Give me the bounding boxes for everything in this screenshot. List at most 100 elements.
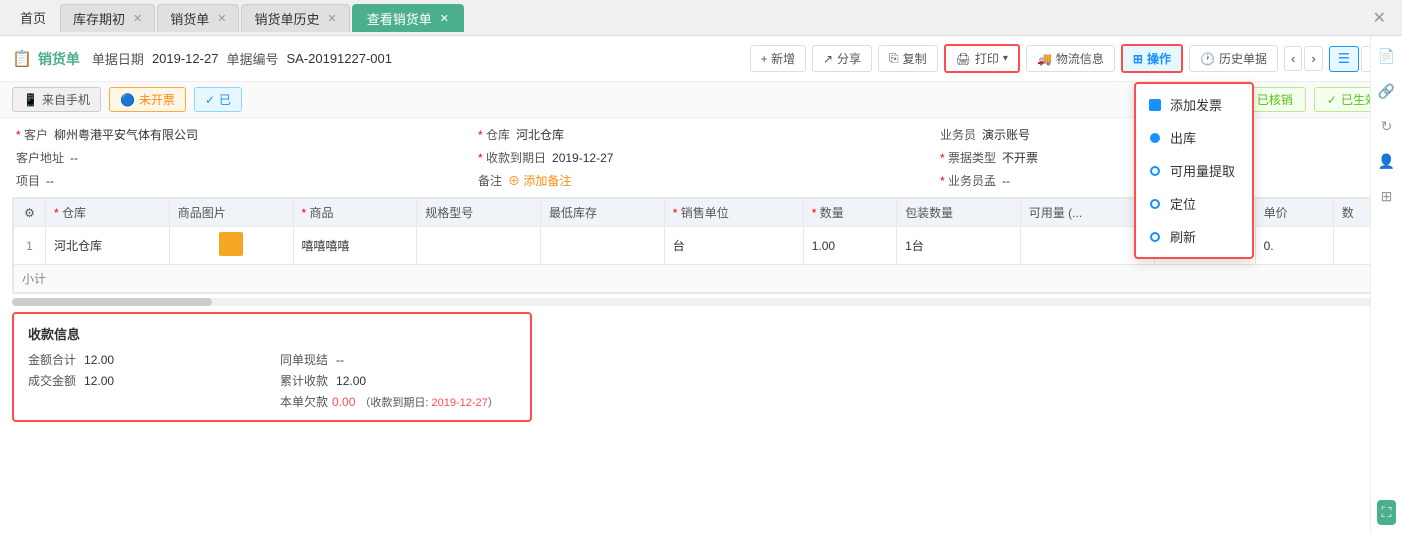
doc-icon: 📋	[12, 49, 32, 69]
tab-sales[interactable]: 销货单 ✕	[157, 4, 239, 32]
view-list[interactable]: ☰	[1329, 46, 1359, 72]
business-staff-label: * 业务员孟	[940, 172, 996, 189]
add-note-button[interactable]: ⊕ 添加备注	[508, 172, 571, 189]
nav-arrows: ‹ ›	[1284, 46, 1323, 71]
payment-date-label: * 收款到期日	[478, 149, 546, 166]
history-button[interactable]: 🕐 历史单据	[1189, 45, 1278, 72]
payment-date-value: 2019-12-27	[552, 151, 613, 165]
deal-amount-val: 12.00	[84, 374, 114, 388]
ticket-icon: 🔵	[120, 93, 135, 107]
print-icon: 🖨	[956, 52, 971, 66]
dropdown-item-add-invoice[interactable]: 添加发票	[1136, 88, 1252, 121]
add-invoice-icon	[1148, 98, 1162, 112]
check-button[interactable]: ✓ 已	[194, 87, 242, 112]
nav-next[interactable]: ›	[1304, 46, 1322, 71]
project-field: 项目 --	[16, 172, 462, 189]
print-dropdown-arrow: ▾	[1003, 53, 1008, 64]
doc-title: 📋 销货单	[12, 49, 80, 69]
operations-icon: ⊞	[1133, 52, 1143, 66]
col-qty: * 数量	[803, 199, 896, 227]
row-no: 1	[14, 227, 46, 265]
share-icon: ↗	[823, 52, 833, 66]
horizontal-scroll[interactable]	[12, 298, 1390, 306]
history-icon: 🕐	[1200, 52, 1215, 66]
row-min-stock	[541, 227, 665, 265]
cumulative-receipt-val: 12.00	[336, 374, 366, 388]
note-label: 备注	[478, 172, 502, 189]
logistics-button[interactable]: 🚚 物流信息	[1026, 45, 1115, 72]
row-product: 嘻嘻嘻嘻	[293, 227, 417, 265]
row-img	[169, 227, 293, 265]
tab-view-sales[interactable]: 查看销货单 ✕	[352, 4, 464, 32]
warehouse-value: 河北仓库	[516, 126, 564, 143]
deal-amount-key: 成交金额	[28, 372, 76, 389]
row-pack-qty: 1台	[897, 227, 1021, 265]
subtotal-label: 小计	[14, 265, 1389, 293]
address-field: 客户地址 --	[16, 149, 462, 166]
row-spec	[417, 227, 541, 265]
col-product: * 商品	[293, 199, 417, 227]
dropdown-item-refresh[interactable]: 刷新	[1136, 220, 1252, 253]
tab-close-sales[interactable]: ✕	[217, 12, 226, 25]
tab-close-sales-history[interactable]: ✕	[328, 12, 337, 25]
tab-home[interactable]: 首页	[8, 4, 58, 32]
copy-button[interactable]: ⎘ 复制	[878, 45, 938, 72]
tab-inventory[interactable]: 库存期初 ✕	[60, 4, 155, 32]
same-order-row: 同单现结 --	[280, 351, 516, 368]
note-field: 备注 ⊕ 添加备注	[478, 172, 924, 189]
doc-header: 📋 销货单 单据日期 2019-12-27 单据编号 SA-20191227-0…	[0, 36, 1402, 82]
cumulative-receipt-key: 累计收款	[280, 372, 328, 389]
sidebar-icon-expand[interactable]: ⛶	[1377, 500, 1397, 525]
sidebar-icon-refresh[interactable]: ↻	[1377, 114, 1397, 139]
outstanding-extra: （收款到期日: 2019-12-27）	[359, 394, 498, 410]
available-icon	[1148, 164, 1162, 178]
dropdown-item-available[interactable]: 可用量提取	[1136, 154, 1252, 187]
refresh-icon	[1148, 230, 1162, 244]
share-button[interactable]: ↗ 分享	[812, 45, 872, 72]
amount-total-row: 金额合计 12.00	[28, 351, 264, 368]
tab-close-inventory[interactable]: ✕	[133, 12, 142, 25]
same-order-key: 同单现结	[280, 351, 328, 368]
not-opened-button[interactable]: 🔵 未开票	[109, 87, 186, 112]
address-value: --	[70, 151, 78, 165]
locate-icon	[1148, 197, 1162, 211]
staff-label: 业务员	[940, 126, 976, 143]
from-phone-button[interactable]: 📱 来自手机	[12, 87, 101, 112]
payment-date-field: * 收款到期日 2019-12-27	[478, 149, 924, 166]
nav-prev[interactable]: ‹	[1284, 46, 1302, 71]
row-price: 0.	[1255, 227, 1333, 265]
sidebar-icon-link[interactable]: 🔗	[1374, 79, 1399, 104]
subtotal-row: 小计	[14, 265, 1389, 293]
col-gear: ⚙	[14, 199, 46, 227]
doc-meta: 单据日期 2019-12-27 单据编号 SA-20191227-001	[92, 49, 392, 68]
row-unit: 台	[664, 227, 803, 265]
bottom-info-box: 收款信息 金额合计 12.00 同单现结 -- 成交金额 12.00 累计收款 …	[12, 312, 532, 422]
operations-button[interactable]: ⊞ 操作	[1121, 44, 1183, 73]
sidebar-icon-doc[interactable]: 📄	[1374, 44, 1399, 69]
tab-close-view-sales[interactable]: ✕	[440, 12, 449, 25]
tab-sales-history[interactable]: 销货单历史 ✕	[241, 4, 349, 32]
ticket-label: * 票据类型	[940, 149, 996, 166]
col-warehouse: * 仓库	[46, 199, 170, 227]
row-warehouse: 河北仓库	[46, 227, 170, 265]
address-label: 客户地址	[16, 149, 64, 166]
phone-icon: 📱	[23, 93, 38, 107]
amount-total-val: 12.00	[84, 353, 114, 367]
warehouse-field: * 仓库 河北仓库	[478, 126, 924, 143]
dropdown-item-outbound[interactable]: 出库	[1136, 121, 1252, 154]
add-button[interactable]: + 新增	[750, 45, 806, 72]
dropdown-item-locate[interactable]: 定位	[1136, 187, 1252, 220]
check-icon: ✓	[205, 93, 215, 107]
sidebar-icon-grid[interactable]: ⊞	[1377, 184, 1397, 209]
sidebar-icon-user[interactable]: 👤	[1374, 149, 1399, 174]
project-label: 项目	[16, 172, 40, 189]
cumulative-receipt-row: 累计收款 12.00	[280, 372, 516, 389]
amount-total-key: 金额合计	[28, 351, 76, 368]
right-sidebar: 📄 🔗 ↻ 👤 ⊞ ⛶	[1370, 36, 1402, 533]
row-qty: 1.00	[803, 227, 896, 265]
customer-label: * 客户	[16, 126, 48, 143]
deal-amount-row: 成交金额 12.00	[28, 372, 264, 389]
print-button[interactable]: 🖨 打印 ▾	[944, 44, 1020, 73]
copy-icon: ⎘	[889, 51, 899, 66]
window-close-button[interactable]: ✕	[1365, 6, 1394, 31]
